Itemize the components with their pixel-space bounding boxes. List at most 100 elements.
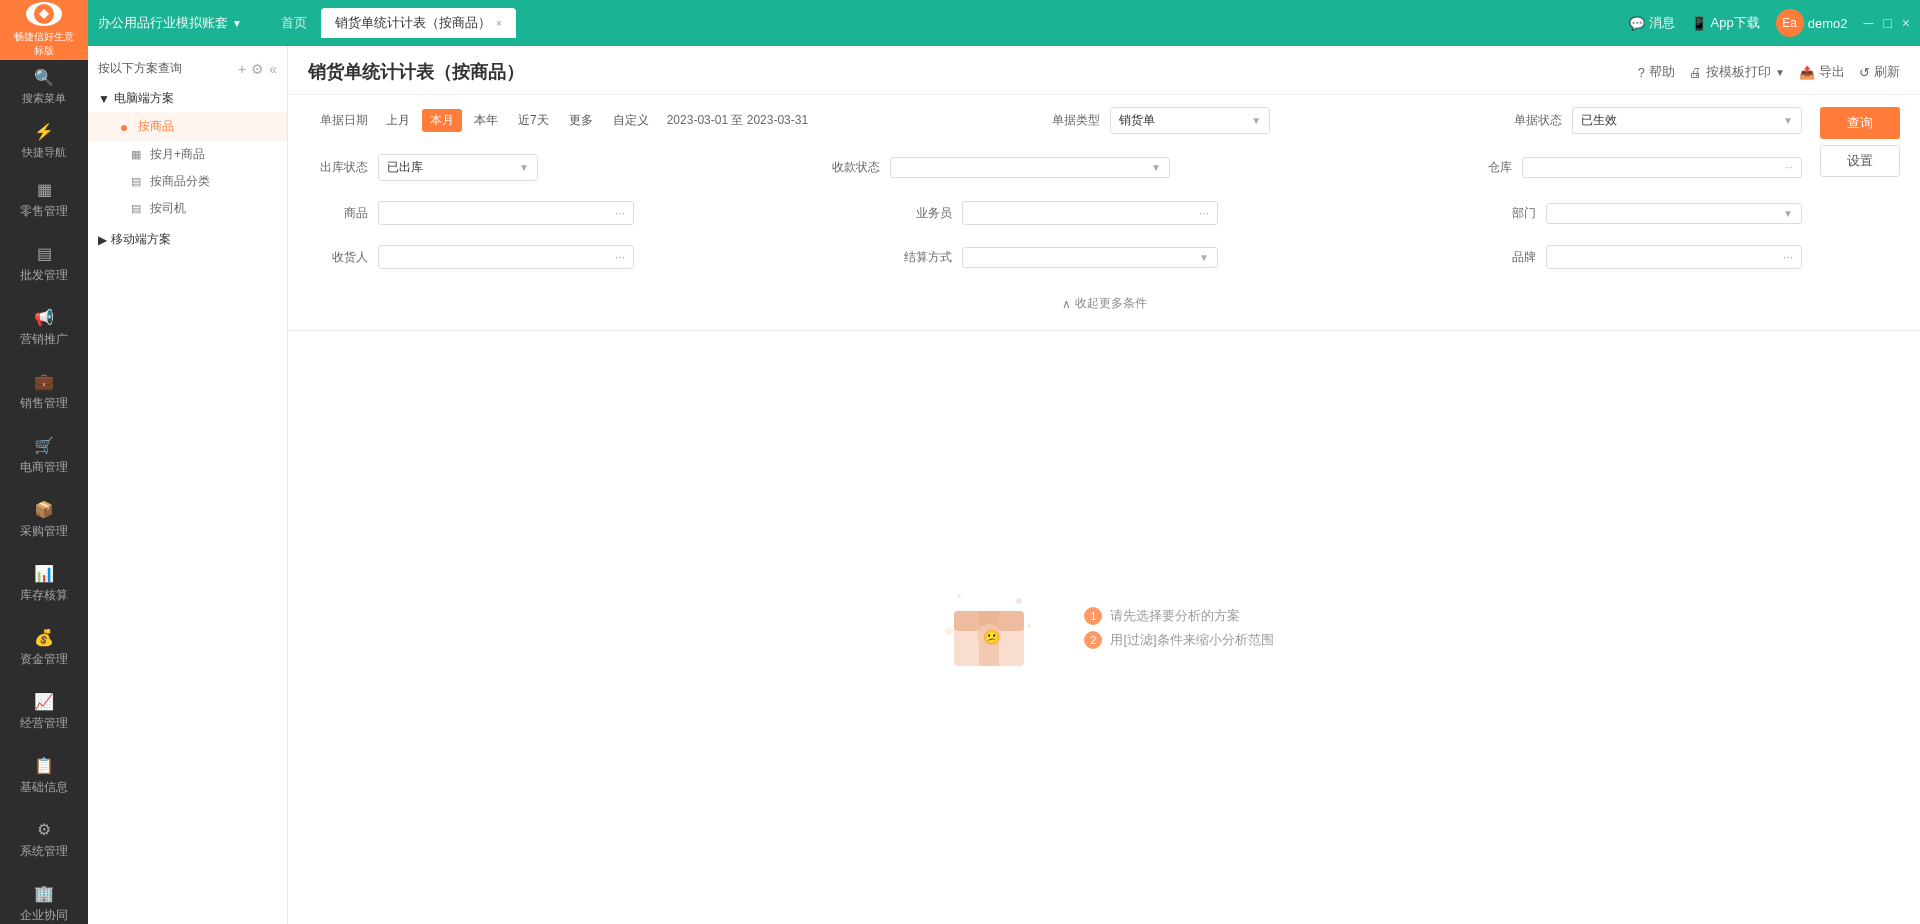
sidebar-base-label: 基础信息 (5, 779, 83, 796)
receiver-control[interactable]: ··· (378, 245, 634, 269)
industry-selector[interactable]: 办公用品行业模拟账套 ▼ (98, 14, 242, 32)
doc-status-arrow-icon: ▼ (1783, 115, 1793, 126)
schema-group-mobile-header[interactable]: ▶ 移动端方案 (88, 226, 287, 253)
doc-status-value: 已生效 (1581, 112, 1617, 129)
expand-mobile-icon: ▶ (98, 233, 107, 247)
user-area[interactable]: Ea demo2 (1776, 9, 1848, 37)
download-icon: 📱 (1691, 16, 1707, 31)
sidebar-item-operation[interactable]: 📈 经营管理 (0, 680, 88, 744)
sidebar-item-finance[interactable]: 💰 资金管理 (0, 616, 88, 680)
avatar: Ea (1776, 9, 1804, 37)
date-btn-this-year[interactable]: 本年 (466, 109, 506, 132)
product-control[interactable]: ··· (378, 201, 634, 225)
staff-label: 业务员 (892, 205, 952, 222)
out-status-value: 已出库 (387, 159, 423, 176)
maximize-btn[interactable]: □ (1883, 15, 1891, 31)
message-label: 消息 (1649, 14, 1675, 32)
page-actions: ? 帮助 🖨 按模板打印 ▼ 📤 导出 ↺ 刷新 (1638, 63, 1900, 81)
dept-control[interactable]: ▼ (1546, 203, 1802, 224)
date-range-display: 2023-03-01 至 2023-03-31 (667, 112, 808, 129)
sidebar-marketing-label: 营销推广 (5, 331, 83, 348)
right-actions: 查询 设置 (1820, 107, 1900, 177)
sidebar-item-enterprise[interactable]: 🏢 企业协同 (0, 872, 88, 924)
schema-item-by-product[interactable]: ● 按商品 (88, 112, 287, 141)
sidebar-item-quicknav[interactable]: ⚡ 快捷导航 (0, 114, 88, 168)
date-btn-last-month[interactable]: 上月 (378, 109, 418, 132)
tab-current-label: 销货单统计计表（按商品） (335, 14, 491, 32)
brand-control[interactable]: ··· (1546, 245, 1802, 269)
settings-btn[interactable]: 设置 (1820, 145, 1900, 177)
sidebar-item-sales[interactable]: 💼 销售管理 (0, 360, 88, 424)
help-btn[interactable]: ? 帮助 (1638, 63, 1675, 81)
refresh-label: 刷新 (1874, 63, 1900, 81)
print-icon: 🖨 (1689, 65, 1702, 80)
schema-item-by-month-product[interactable]: ▦ 按月+商品 (88, 141, 287, 168)
doc-status-control[interactable]: 已生效 ▼ (1572, 107, 1802, 134)
out-status-control[interactable]: 已出库 ▼ (378, 154, 538, 181)
receiver-dots-btn[interactable]: ··· (615, 250, 625, 264)
sidebar-item-ecommerce[interactable]: 🛒 电商管理 (0, 424, 88, 488)
app-name: 畅捷信好生意 (14, 30, 74, 44)
base-icon: 📋 (5, 756, 83, 775)
collapse-filter-btn[interactable]: ∧ 收起更多条件 (308, 289, 1900, 318)
minimize-btn[interactable]: ─ (1863, 15, 1873, 31)
help-label: 帮助 (1649, 63, 1675, 81)
staff-dots-btn[interactable]: ··· (1199, 206, 1209, 220)
date-btn-more[interactable]: 更多 (561, 109, 601, 132)
date-btn-custom[interactable]: 自定义 (605, 109, 657, 132)
close-btn[interactable]: × (1902, 15, 1910, 31)
sidebar-item-base[interactable]: 📋 基础信息 (0, 744, 88, 808)
date-btn-7days[interactable]: 近7天 (510, 109, 557, 132)
date-btn-this-month[interactable]: 本月 (422, 109, 462, 132)
tab-close-icon[interactable]: × (496, 18, 502, 29)
tab-current[interactable]: 销货单统计计表（按商品） × (321, 8, 516, 38)
system-icon: ⚙ (5, 820, 83, 839)
sidebar-item-inventory[interactable]: 📊 库存核算 (0, 552, 88, 616)
schema-item-by-cashier[interactable]: ▤ 按司机 (88, 195, 287, 222)
refresh-btn[interactable]: ↺ 刷新 (1859, 63, 1900, 81)
schema-item-by-category[interactable]: ▤ 按商品分类 (88, 168, 287, 195)
app-logo-icon (26, 2, 62, 26)
schema-group-pc-header[interactable]: ▼ 电脑端方案 (88, 85, 287, 112)
page-header: 销货单统计计表（按商品） ? 帮助 🖨 按模板打印 ▼ 📤 导出 (288, 46, 1920, 95)
enterprise-icon: 🏢 (5, 884, 83, 903)
inventory-icon: 📊 (5, 564, 83, 583)
add-schema-btn[interactable]: + (238, 61, 246, 77)
receipt-status-control[interactable]: ▼ (890, 157, 1170, 178)
sidebar-item-retail[interactable]: ▦ 零售管理 (0, 168, 88, 232)
query-btn[interactable]: 查询 (1820, 107, 1900, 139)
window-controls: ─ □ × (1863, 15, 1910, 31)
payment-control[interactable]: ▼ (962, 247, 1218, 268)
warehouse-dots-btn[interactable]: ··· (1785, 162, 1793, 173)
schema-settings-btn[interactable]: ⚙ (251, 61, 264, 77)
print-label: 按模板打印 (1706, 63, 1771, 81)
print-btn[interactable]: 🖨 按模板打印 ▼ (1689, 63, 1785, 81)
sidebar-inventory-label: 库存核算 (5, 587, 83, 604)
app-download-btn[interactable]: 📱 App下载 (1691, 14, 1760, 32)
schema-item-by-month-product-label: 按月+商品 (150, 146, 205, 163)
app-subtitle: 标版 (34, 44, 54, 58)
brand-dots-btn[interactable]: ··· (1783, 250, 1793, 264)
sidebar-logo: 畅捷信好生意 标版 (0, 0, 88, 60)
warehouse-control[interactable]: ··· (1522, 157, 1802, 178)
sidebar-item-wholesale[interactable]: ▤ 批发管理 (0, 232, 88, 296)
product-dots-btn[interactable]: ··· (615, 206, 625, 220)
tab-home[interactable]: 首页 (267, 8, 321, 38)
sidebar-item-system[interactable]: ⚙ 系统管理 (0, 808, 88, 872)
sidebar-item-marketing[interactable]: 📢 营销推广 (0, 296, 88, 360)
chevron-down-icon: ▼ (232, 18, 242, 29)
staff-control[interactable]: ··· (962, 201, 1218, 225)
message-btn[interactable]: 💬 消息 (1629, 14, 1675, 32)
sidebar-item-search[interactable]: 🔍 搜索菜单 (0, 60, 88, 114)
main-area: 办公用品行业模拟账套 ▼ 首页 销货单统计计表（按商品） × 💬 消息 📱 Ap (88, 0, 1920, 924)
export-btn[interactable]: 📤 导出 (1799, 63, 1845, 81)
collapse-panel-btn[interactable]: « (269, 61, 277, 77)
schema-item-by-product-label: 按商品 (138, 118, 174, 135)
sidebar-search-label: 搜索菜单 (5, 91, 83, 106)
doc-type-control[interactable]: 销货单 ▼ (1110, 107, 1270, 134)
sidebar-ecommerce-label: 电商管理 (5, 459, 83, 476)
schema-item-by-cashier-label: 按司机 (150, 200, 186, 217)
right-panel: 销货单统计计表（按商品） ? 帮助 🖨 按模板打印 ▼ 📤 导出 (288, 46, 1920, 924)
sidebar-item-purchase[interactable]: 📦 采购管理 (0, 488, 88, 552)
step-2-num: 2 (1084, 631, 1102, 649)
